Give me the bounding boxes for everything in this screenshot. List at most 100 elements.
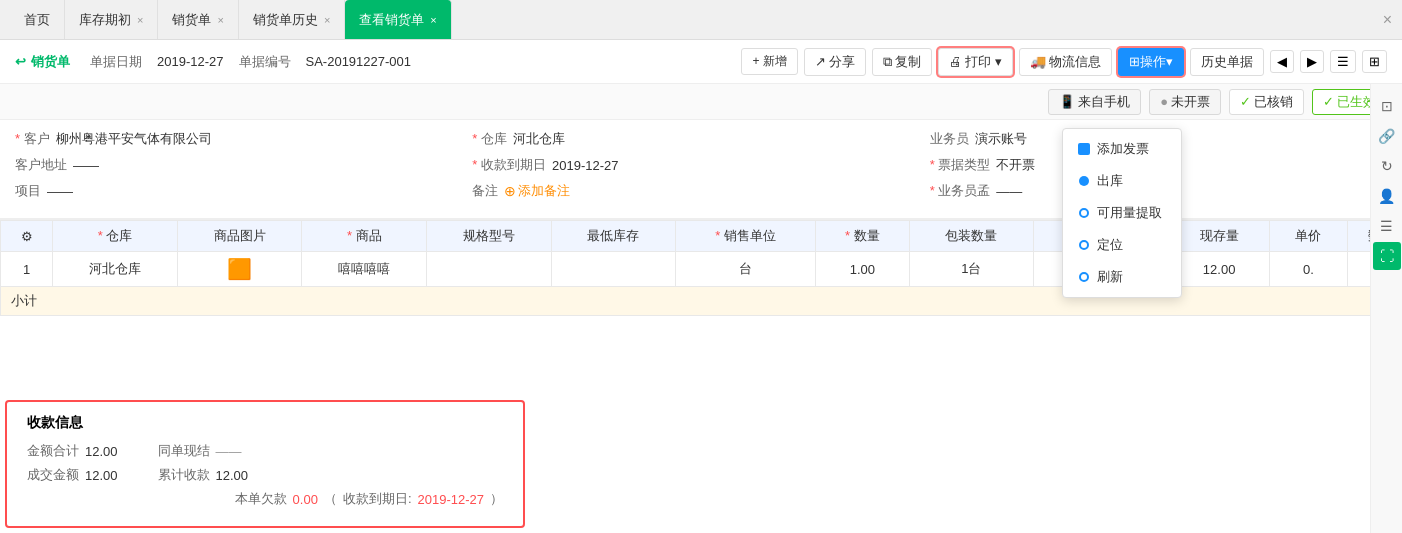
sidebar-expand-icon[interactable]: ⛶ — [1373, 242, 1401, 270]
number-value: SA-20191227-001 — [306, 54, 412, 69]
note-field: 备注 ⊕ 添加备注 — [472, 182, 929, 200]
dropdown-outbound[interactable]: 出库 — [1063, 165, 1181, 197]
due-bracket-close: ） — [490, 490, 503, 508]
copy-button[interactable]: ⧉ 复制 — [872, 48, 932, 76]
warehouse-field: 仓库 河北仓库 — [472, 130, 929, 148]
subtotal-label: 小计 — [1, 287, 1402, 316]
row-spec — [426, 252, 551, 287]
product-table: ⚙ 仓库 商品图片 商品 规格型号 最低库存 销售单位 数量 包装数量 可用量 … — [0, 220, 1402, 316]
tab-close-sales[interactable]: × — [217, 14, 223, 26]
dropdown-available-qty[interactable]: 可用量提取 — [1063, 197, 1181, 229]
tab-view-sales[interactable]: 查看销货单 × — [345, 0, 451, 39]
row-min-stock — [551, 252, 676, 287]
sidebar-copy-icon[interactable]: ⊡ — [1373, 92, 1401, 120]
col-img: 商品图片 — [177, 221, 302, 252]
tab-inventory-init[interactable]: 库存期初 × — [65, 0, 158, 39]
customer-label: 客户 — [15, 130, 50, 148]
phone-icon: 📱 — [1059, 94, 1075, 109]
tab-home[interactable]: 首页 — [10, 0, 65, 39]
tab-close-view[interactable]: × — [430, 14, 436, 26]
due-date-label: 收款到期日: — [343, 490, 412, 508]
col-warehouse: 仓库 — [53, 221, 178, 252]
transaction-item: 成交金额 12.00 — [27, 466, 118, 484]
logistics-button[interactable]: 🚚 物流信息 — [1019, 48, 1112, 76]
same-order-value: —— — [216, 444, 242, 459]
settings-icon[interactable]: ⚙ — [21, 229, 33, 244]
total-label: 金额合计 — [27, 442, 79, 460]
payment-date-label: 收款到期日 — [472, 156, 546, 174]
available-qty-icon — [1077, 206, 1091, 220]
share-button[interactable]: ↗ 分享 — [804, 48, 866, 76]
col-price: 单价 — [1270, 221, 1348, 252]
due-item: 本单欠款 0.00 （ 收款到期日: 2019-12-27 ） — [235, 490, 503, 508]
table-row: 1 河北仓库 🟧 嘻嘻嘻嘻 台 1.00 1台 12.00 0. — [1, 252, 1402, 287]
outbound-icon — [1077, 174, 1091, 188]
payment-info-title: 收款信息 — [27, 414, 503, 432]
project-label: 项目 — [15, 182, 41, 200]
row-warehouse: 河北仓库 — [53, 252, 178, 287]
new-button[interactable]: + 新增 — [741, 48, 797, 75]
row-product: 嘻嘻嘻嘻 — [302, 252, 427, 287]
right-sidebar: ⊡ 🔗 ↻ 👤 ☰ ⛶ — [1370, 84, 1402, 533]
sidebar-user-icon[interactable]: 👤 — [1373, 182, 1401, 210]
add-invoice-icon — [1077, 142, 1091, 156]
col-product: 商品 — [302, 221, 427, 252]
truck-icon: 🚚 — [1030, 54, 1046, 69]
subtotal-row: 小计 — [1, 287, 1402, 316]
cumulative-item: 累计收款 12.00 — [158, 466, 249, 484]
customer-field: 客户 柳州粤港平安气体有限公司 — [15, 130, 472, 148]
tab-bar: 首页 库存期初 × 销货单 × 销货单历史 × 查看销货单 × × — [0, 0, 1402, 40]
tab-close-inventory[interactable]: × — [137, 14, 143, 26]
due-date-text: （ — [324, 490, 337, 508]
dropdown-add-invoice[interactable]: 添加发票 — [1063, 133, 1181, 165]
same-order-label: 同单现结 — [158, 442, 210, 460]
grid-icon: ⊞ — [1129, 54, 1140, 69]
doc-meta: 单据日期 2019-12-27 单据编号 SA-20191227-001 — [90, 53, 411, 71]
project-field: 项目 —— — [15, 182, 472, 200]
address-label: 客户地址 — [15, 156, 67, 174]
print-button[interactable]: 🖨 打印 ▾ — [938, 48, 1013, 76]
project-value: —— — [47, 184, 73, 199]
staff-label: 业务员 — [930, 130, 969, 148]
col-min-stock: 最低库存 — [551, 221, 676, 252]
staff-value: 演示账号 — [975, 130, 1027, 148]
add-note-button[interactable]: ⊕ 添加备注 — [504, 182, 570, 200]
date-value: 2019-12-27 — [157, 54, 224, 69]
not-open-button[interactable]: ● 未开票 — [1149, 89, 1221, 115]
view-list[interactable]: ☰ — [1330, 50, 1356, 73]
form-area: 客户 柳州粤港平安气体有限公司 仓库 河北仓库 业务员 演示账号 客户地址 ——… — [0, 120, 1402, 219]
doc-icon: ↩ — [15, 54, 26, 69]
not-open-icon: ● — [1160, 94, 1168, 109]
from-phone-button[interactable]: 📱 来自手机 — [1048, 89, 1141, 115]
dropdown-locate[interactable]: 定位 — [1063, 229, 1181, 261]
col-unit: 销售单位 — [676, 221, 816, 252]
date-label: 单据日期 — [90, 53, 142, 71]
col-gear: ⚙ — [1, 221, 53, 252]
sidebar-refresh-icon[interactable]: ↻ — [1373, 152, 1401, 180]
row-price: 0. — [1270, 252, 1348, 287]
close-all-button[interactable]: × — [1383, 11, 1392, 29]
warehouse-label: 仓库 — [472, 130, 507, 148]
nav-next[interactable]: ▶ — [1300, 50, 1324, 73]
col-current-stock: 现存量 — [1169, 221, 1270, 252]
cumulative-value: 12.00 — [216, 468, 249, 483]
tab-close-history[interactable]: × — [324, 14, 330, 26]
ticket-value: 不开票 — [996, 156, 1035, 174]
customer-value: 柳州粤港平安气体有限公司 — [56, 130, 212, 148]
sub-action-bar: 📱 来自手机 ● 未开票 ✓ 已核销 ✓ 已生效 — [0, 84, 1402, 120]
tab-sales-history[interactable]: 销货单历史 × — [239, 0, 345, 39]
nav-prev[interactable]: ◀ — [1270, 50, 1294, 73]
tab-sales-order[interactable]: 销货单 × — [158, 0, 238, 39]
confirm-button[interactable]: ✓ 已核销 — [1229, 89, 1304, 115]
view-grid[interactable]: ⊞ — [1362, 50, 1387, 73]
sidebar-link-icon[interactable]: 🔗 — [1373, 122, 1401, 150]
address-value: —— — [73, 158, 99, 173]
dropdown-refresh[interactable]: 刷新 — [1063, 261, 1181, 293]
history-button[interactable]: 历史单据 — [1190, 48, 1264, 76]
operations-button[interactable]: ⊞ 操作 ▾ — [1118, 48, 1184, 76]
info-row-3: 本单欠款 0.00 （ 收款到期日: 2019-12-27 ） — [27, 490, 503, 508]
copy-icon: ⧉ — [883, 54, 892, 70]
sidebar-list-icon[interactable]: ☰ — [1373, 212, 1401, 240]
row-unit: 台 — [676, 252, 816, 287]
doc-header: ↩ 销货单 单据日期 2019-12-27 单据编号 SA-20191227-0… — [0, 40, 1402, 84]
